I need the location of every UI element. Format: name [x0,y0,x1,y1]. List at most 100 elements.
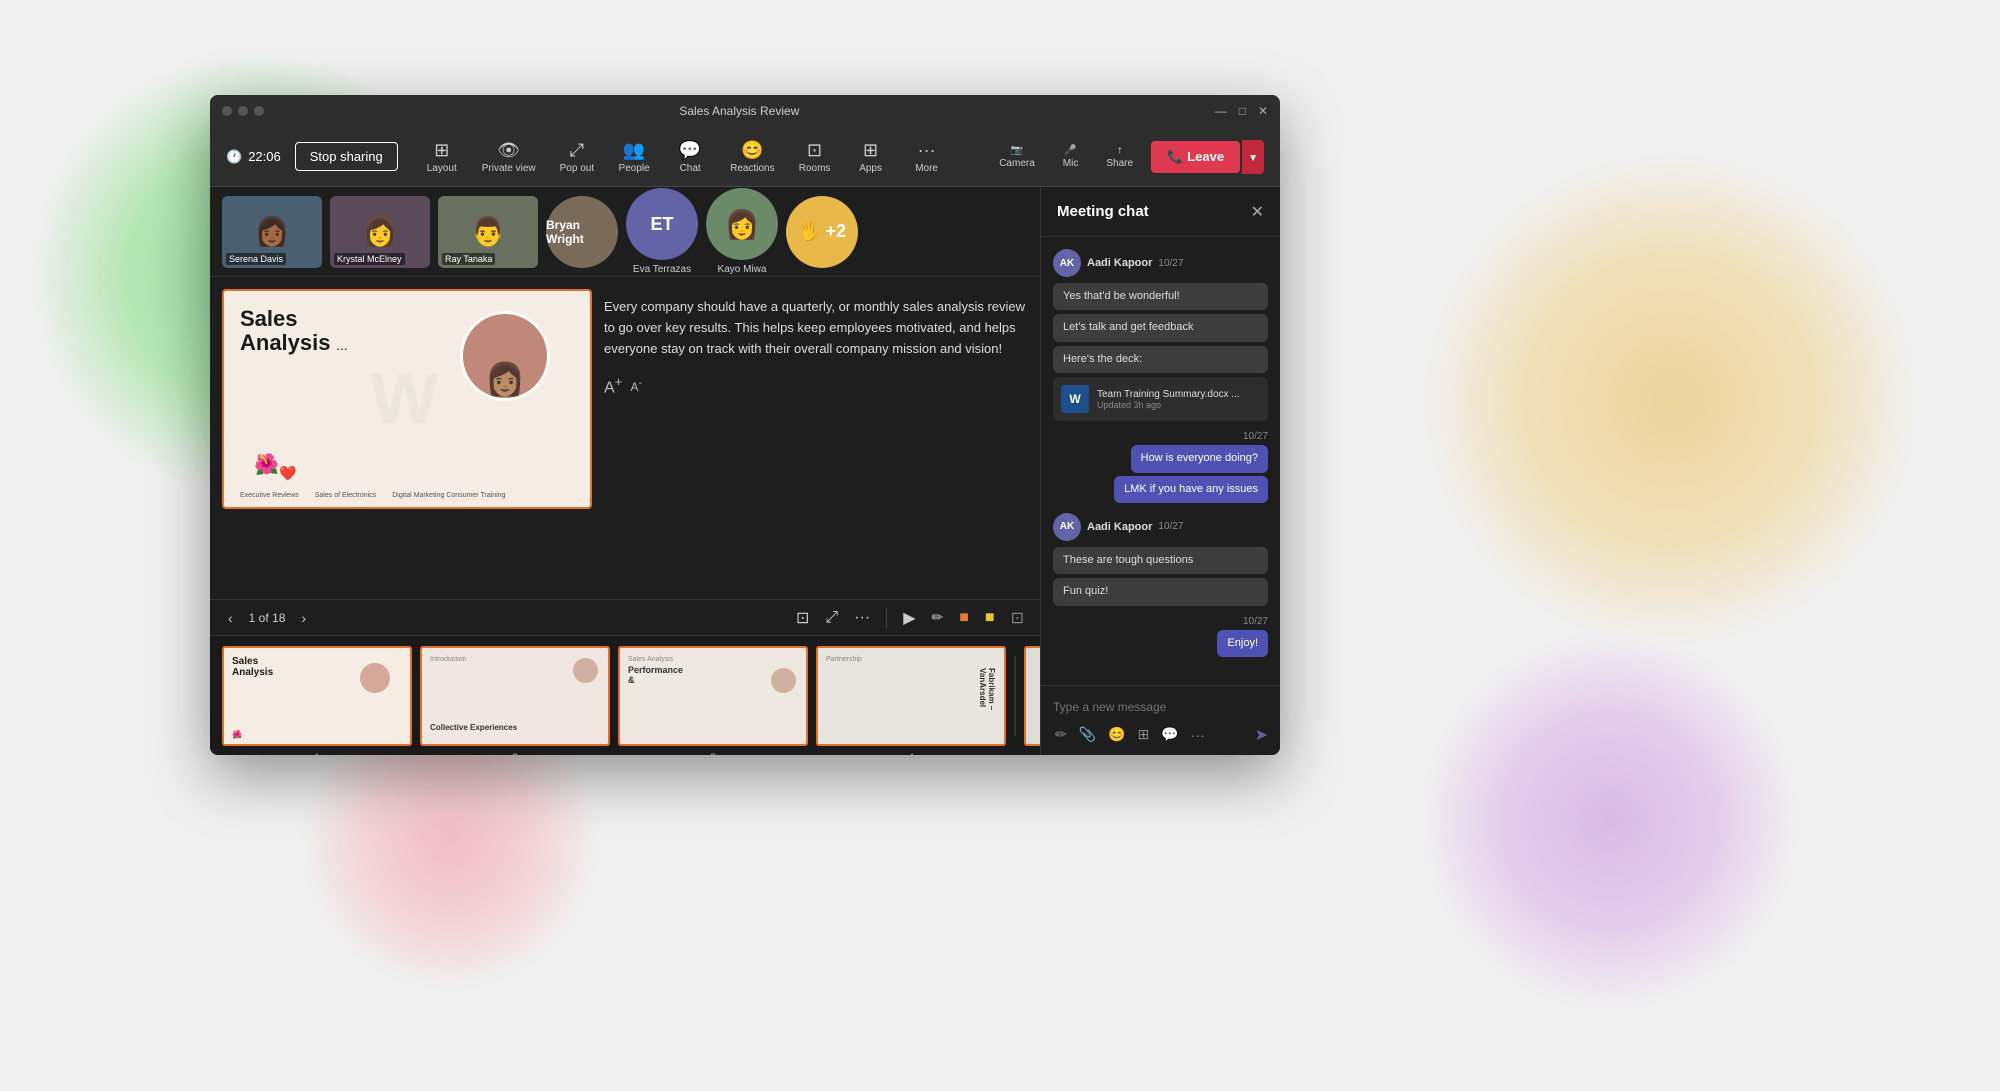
serena-name: Serena Davis [226,253,286,265]
own-bubble-1: How is everyone doing? [1131,445,1268,472]
own-time-1: 10/27 [1243,431,1268,442]
reactions-label: Reactions [730,163,774,174]
rooms-btn[interactable]: ⊡ Rooms [789,134,841,180]
camera-label: Camera [999,158,1035,169]
stop-sharing-button[interactable]: Stop sharing [295,142,398,171]
slide-title: Sales Analysis ... [240,307,574,355]
toolbar-right: 📷 Camera 🎤 Mic ↑ Share 📞 Leave ▼ [989,139,1264,175]
attach-btn[interactable]: 📎 [1077,724,1098,745]
share-icon: ↑ [1117,145,1122,156]
chevron-down-icon: ▼ [1248,153,1258,164]
reactions-icon: 😊 [741,140,763,161]
more-btn[interactable]: ··· More [901,134,953,180]
highlighter-yellow-btn[interactable]: ■ [981,607,999,629]
content-area: 👩🏾 Serena Davis 👩 Krystal McElney 👨 Ray … [210,187,1280,755]
next-slide-btn[interactable]: › [295,608,312,628]
people-label: People [619,163,650,174]
slide-info-panel: Every company should have a quarterly, o… [604,289,1028,587]
leave-chevron[interactable]: ▼ [1242,140,1264,174]
thumb-wrapper-1: SalesAnalysis 🌺 1 [222,646,412,746]
dot-2 [238,106,248,116]
emoji-btn[interactable]: 😊 [1106,724,1127,745]
private-view-btn[interactable]: 👁 Private view [472,134,546,180]
sticker-btn[interactable]: 💬 [1159,724,1180,745]
leave-phone-icon: 📞 [1167,149,1183,165]
thumb-wrapper-5: 5 [1024,646,1040,746]
highlighter-orange-btn[interactable]: ■ [955,607,973,629]
meeting-toolbar: 🕐 22:06 Stop sharing ⊞ Layout 👁 Private … [210,127,1280,187]
more-chat-btn[interactable]: ··· [1189,725,1207,745]
slide-thumb-1[interactable]: SalesAnalysis 🌺 [222,646,412,746]
more-tools-btn[interactable]: ··· [850,607,874,629]
giphy-btn[interactable]: ⊞ [1136,724,1152,745]
apps-icon: ⊞ [863,140,878,161]
chat-bubble-5: Fun quiz! [1053,578,1268,605]
word-file-icon: W [1061,385,1089,413]
layout-icon: ⊞ [434,140,449,161]
rooms-label: Rooms [799,163,831,174]
send-btn[interactable]: ➤ [1255,725,1268,745]
minimize-btn[interactable]: — [1215,104,1227,118]
chat-input-area: ✏ 📎 😊 ⊞ 💬 ··· ➤ [1041,685,1280,755]
chat-close-btn[interactable]: ✕ [1251,202,1264,222]
teams-window: Sales Analysis Review — □ ✕ 🕐 22:06 Stop… [210,95,1280,755]
clock-icon: 🕐 [226,149,242,165]
share-screen-btn[interactable]: ↑ Share [1096,139,1143,175]
thumb-num-4: 4 [908,752,914,756]
format-btn[interactable]: ✏ [1053,724,1069,745]
window-controls: — □ ✕ [1215,104,1268,118]
file-info: Team Training Summary.docx ... Updated 3… [1097,389,1260,410]
slide-thumb-4[interactable]: Partnership Fabrikam – VanArsdel [816,646,1006,746]
layout-btn[interactable]: ⊞ Layout [416,134,468,180]
pop-out-btn[interactable]: ⤢ Pop out [550,134,604,180]
close-btn[interactable]: ✕ [1258,104,1268,118]
participant-ray: 👨 Ray Tanaka [438,196,538,268]
fit-slide-btn[interactable]: ⊡ [792,606,813,630]
font-decrease-btn[interactable]: A- [630,376,641,397]
file-attachment[interactable]: W Team Training Summary.docx ... Updated… [1053,377,1268,421]
mic-btn[interactable]: 🎤 Mic [1053,139,1089,175]
apps-label: Apps [859,163,882,174]
meeting-time: 🕐 22:06 [226,149,281,165]
participants-strip: 👩🏾 Serena Davis 👩 Krystal McElney 👨 Ray … [210,187,1040,277]
time-value: 22:06 [248,149,281,164]
title-bar-dots [222,106,264,116]
chat-input[interactable] [1053,696,1268,718]
chat-btn[interactable]: 💬 Chat [664,134,716,180]
aadi-sender-name: Aadi Kapoor [1087,257,1152,269]
thumb-wrapper-4: Partnership Fabrikam – VanArsdel 4 [816,646,1006,746]
eraser-btn[interactable]: ⊡ [1007,606,1028,630]
thumb-num-2: 2 [512,752,518,756]
chat-bubble-4: These are tough questions [1053,547,1268,574]
thumb-num-1: 1 [314,752,320,756]
chat-messages: AK Aadi Kapoor 10/27 Yes that'd be wonde… [1041,237,1280,685]
slide-thumb-3[interactable]: Sales Analysis Performance& [618,646,808,746]
dot-1 [222,106,232,116]
people-icon: 👥 [623,140,645,161]
pen-tool-btn[interactable]: ✏ [928,607,948,628]
maximize-btn[interactable]: □ [1239,104,1246,118]
chat-group-aadi-1: AK Aadi Kapoor 10/27 Yes that'd be wonde… [1053,249,1268,421]
font-increase-btn[interactable]: A+ [604,371,622,401]
kayo-avatar: 👩 [706,188,778,260]
thumb-5-content [1026,648,1040,744]
slide-thumb-5[interactable] [1024,646,1040,746]
own-time-2: 10/27 [1243,616,1268,627]
thumb-divider [1014,656,1016,736]
slide-thumb-2[interactable]: Introduction Collective Experiences [420,646,610,746]
reactions-btn[interactable]: 😊 Reactions [720,134,784,180]
leave-button-group: 📞 Leave ▼ [1151,140,1264,174]
prev-slide-btn[interactable]: ‹ [222,608,239,628]
fullscreen-btn[interactable]: ⤢ [821,607,842,629]
leave-btn[interactable]: 📞 Leave [1151,141,1240,173]
apps-btn[interactable]: ⊞ Apps [845,134,897,180]
private-view-icon: 👁 [497,140,520,161]
bg-blob-yellow [1420,150,1920,650]
share-label: Share [1106,158,1133,169]
chat-title: Meeting chat [1057,203,1149,220]
camera-btn[interactable]: 📷 Camera [989,139,1045,175]
people-btn[interactable]: 👥 People [608,134,660,180]
play-btn[interactable]: ▶ [899,606,919,630]
participant-krystal: 👩 Krystal McElney [330,196,430,268]
thumb-3-content: Sales Analysis Performance& [620,648,806,744]
